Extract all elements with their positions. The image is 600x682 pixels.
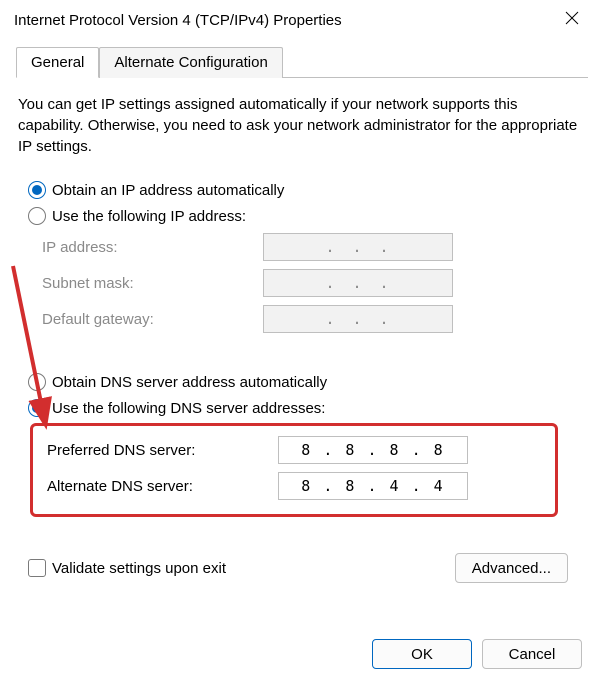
dns-group: Obtain DNS server address automatically … <box>28 365 582 539</box>
radio-dns-manual[interactable]: Use the following DNS server addresses: <box>28 395 568 421</box>
tab-general[interactable]: General <box>16 47 99 78</box>
info-text: You can get IP settings assigned automat… <box>12 92 588 173</box>
annotation-highlight: Preferred DNS server: 8 . 8 . 8 . 8 Alte… <box>30 423 558 517</box>
gateway-label: Default gateway: <box>28 311 263 328</box>
radio-ip-auto-label: Obtain an IP address automatically <box>52 182 284 199</box>
radio-ip-auto[interactable]: Obtain an IP address automatically <box>28 177 568 203</box>
preferred-dns-label: Preferred DNS server: <box>43 442 278 459</box>
window-title: Internet Protocol Version 4 (TCP/IPv4) P… <box>14 12 342 29</box>
ip-group: Obtain an IP address automatically Use t… <box>28 173 582 351</box>
row-preferred-dns: Preferred DNS server: 8 . 8 . 8 . 8 <box>43 432 545 468</box>
dialog-content: General Alternate Configuration You can … <box>0 40 600 623</box>
radio-dns-manual-label: Use the following DNS server addresses: <box>52 400 325 417</box>
cancel-button[interactable]: Cancel <box>482 639 582 669</box>
radio-dns-auto-label: Obtain DNS server address automatically <box>52 374 327 391</box>
radio-dns-auto[interactable]: Obtain DNS server address automatically <box>28 369 568 395</box>
radio-icon <box>28 373 46 391</box>
tabstrip: General Alternate Configuration <box>16 46 588 78</box>
titlebar: Internet Protocol Version 4 (TCP/IPv4) P… <box>0 0 600 40</box>
advanced-button[interactable]: Advanced... <box>455 553 568 583</box>
alternate-dns-input[interactable]: 8 . 8 . 4 . 4 <box>278 472 468 500</box>
checkbox-icon <box>28 559 46 577</box>
radio-ip-manual-label: Use the following IP address: <box>52 208 246 225</box>
bottom-row: Validate settings upon exit Advanced... <box>28 549 582 597</box>
gateway-input: ... <box>263 305 453 333</box>
ip-address-input: ... <box>263 233 453 261</box>
validate-checkbox[interactable]: Validate settings upon exit <box>28 555 226 581</box>
ip-address-label: IP address: <box>28 239 263 256</box>
tab-alternate[interactable]: Alternate Configuration <box>99 47 282 78</box>
preferred-dns-input[interactable]: 8 . 8 . 8 . 8 <box>278 436 468 464</box>
radio-icon <box>28 207 46 225</box>
validate-label: Validate settings upon exit <box>52 560 226 577</box>
row-ip-address: IP address: ... <box>28 229 568 265</box>
row-subnet: Subnet mask: ... <box>28 265 568 301</box>
subnet-input: ... <box>263 269 453 297</box>
row-gateway: Default gateway: ... <box>28 301 568 337</box>
row-alternate-dns: Alternate DNS server: 8 . 8 . 4 . 4 <box>43 468 545 504</box>
dialog-footer: OK Cancel <box>0 626 600 682</box>
radio-icon <box>28 399 46 417</box>
radio-ip-manual[interactable]: Use the following IP address: <box>28 203 568 229</box>
close-button[interactable] <box>558 11 586 29</box>
subnet-label: Subnet mask: <box>28 275 263 292</box>
radio-icon <box>28 181 46 199</box>
alternate-dns-label: Alternate DNS server: <box>43 478 278 495</box>
ok-button[interactable]: OK <box>372 639 472 669</box>
